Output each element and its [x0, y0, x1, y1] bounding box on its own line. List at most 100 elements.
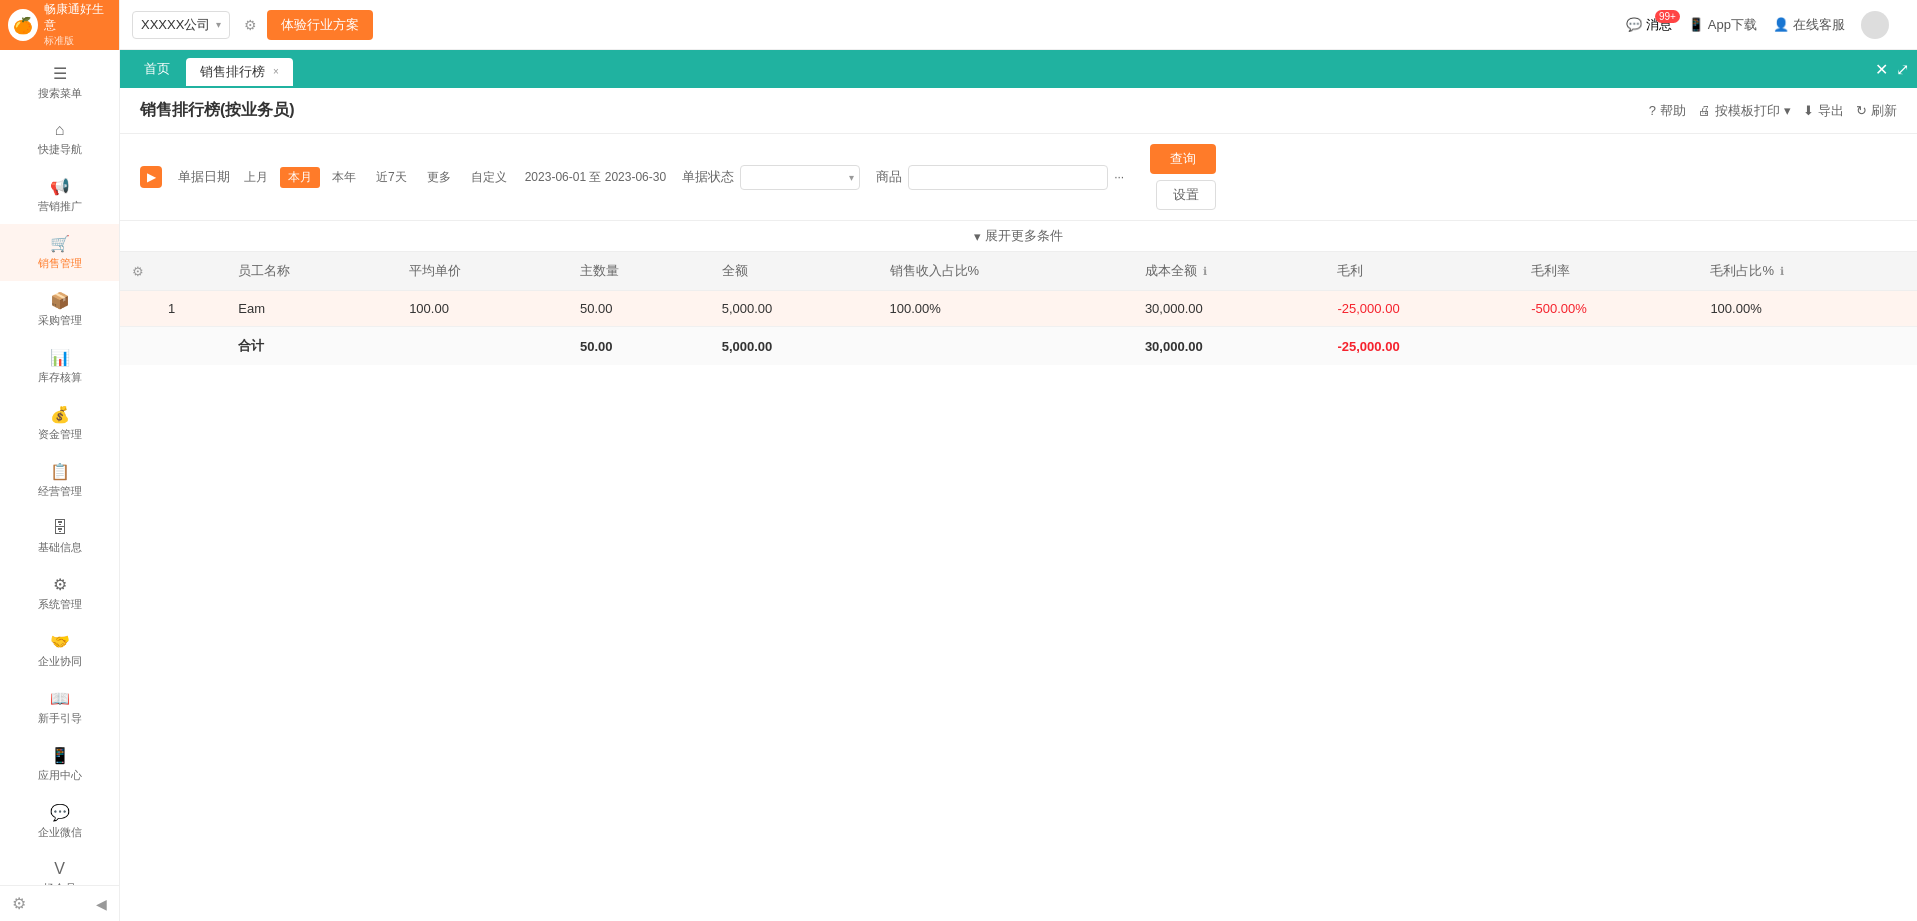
sidebar-logo: 🍊 畅康通好生意 标准版: [0, 0, 119, 50]
tab-expand-button[interactable]: ⤢: [1896, 60, 1909, 79]
sales-icon: 🛒: [50, 234, 70, 253]
date-opt-more[interactable]: 更多: [419, 167, 459, 188]
col-total: 全额: [710, 252, 878, 291]
sidebar-item-apps[interactable]: 📱 应用中心: [0, 736, 119, 793]
footer-gross-pct: [1698, 327, 1917, 366]
trial-button[interactable]: 体验行业方案: [267, 10, 373, 40]
date-opt-custom[interactable]: 自定义: [463, 167, 515, 188]
close-icon[interactable]: ×: [273, 66, 279, 77]
home-tab-label: 首页: [144, 60, 170, 78]
cost-info-icon[interactable]: ℹ: [1203, 265, 1207, 277]
sidebar-item-member[interactable]: V 畅会员: [0, 850, 119, 885]
footer-gross: -25,000.00: [1325, 327, 1519, 366]
wechat-icon: 💬: [50, 803, 70, 822]
export-button[interactable]: ⬇ 导出: [1803, 102, 1844, 120]
sidebar-item-finance[interactable]: 💰 资金管理: [0, 395, 119, 452]
sidebar-item-wechat[interactable]: 💬 企业微信: [0, 793, 119, 850]
date-options: 上月 本月 本年 近7天 更多 自定义: [236, 167, 515, 188]
footer-sales-pct: [878, 327, 1133, 366]
footer-quantity: 50.00: [568, 327, 710, 366]
marketing-icon: 📢: [50, 177, 70, 196]
content-area: 销售排行榜(按业务员) ? 帮助 🖨 按模板打印 ▾ ⬇ 导出 ↻ 刷新: [120, 88, 1917, 921]
sidebar-label-base: 基础信息: [38, 540, 82, 555]
collab-icon: 🤝: [50, 632, 70, 651]
footer-label: 合计: [226, 327, 397, 366]
tab-close-button[interactable]: ✕: [1875, 60, 1888, 79]
sidebar-label-sales: 销售管理: [38, 256, 82, 271]
table-wrapper: ⚙ 员工名称 平均单价 主数量 全额 销售收入占比% 成本全额 ℹ 毛利 毛利率…: [120, 252, 1917, 921]
col-settings[interactable]: ⚙: [120, 252, 156, 291]
sidebar-item-collab[interactable]: 🤝 企业协同: [0, 622, 119, 679]
query-button[interactable]: 查询: [1150, 144, 1216, 174]
avatar[interactable]: [1861, 11, 1889, 39]
tabbar-actions: ✕ ⤢: [1875, 60, 1909, 79]
col-sales-pct: 销售收入占比%: [878, 252, 1133, 291]
footer-gross-rate: [1519, 327, 1698, 366]
company-selector[interactable]: XXXXX公司 ▾: [132, 11, 230, 39]
expand-conditions-button[interactable]: ▾ 展开更多条件: [974, 227, 1063, 245]
goods-input[interactable]: [908, 165, 1108, 190]
date-opt-this-month[interactable]: 本月: [280, 167, 320, 188]
col-quantity: 主数量: [568, 252, 710, 291]
print-button[interactable]: 🖨 按模板打印 ▾: [1698, 102, 1791, 120]
refresh-button[interactable]: ↻ 刷新: [1856, 102, 1897, 120]
chevron-down-icon: ▾: [216, 19, 221, 30]
sidebar-item-operations[interactable]: 📋 经营管理: [0, 452, 119, 509]
filter-bar: ▶ 单据日期 上月 本月 本年 近7天 更多 自定义 2023-06-01 至 …: [120, 134, 1917, 221]
sidebar-item-nav[interactable]: ⌂ 快捷导航: [0, 111, 119, 167]
sidebar-label-purchase: 采购管理: [38, 313, 82, 328]
message-button[interactable]: 💬 消息 99+: [1626, 16, 1672, 34]
sidebar-label-inventory: 库存核算: [38, 370, 82, 385]
filter-toggle-button[interactable]: ▶: [140, 166, 162, 188]
settings-icon[interactable]: ⚙: [12, 894, 26, 913]
sidebar-item-sales[interactable]: 🛒 销售管理: [0, 224, 119, 281]
app-download-button[interactable]: 📱 App下载: [1688, 16, 1757, 34]
sidebar-item-purchase[interactable]: 📦 采购管理: [0, 281, 119, 338]
sidebar-item-system[interactable]: ⚙ 系统管理: [0, 565, 119, 622]
col-gross: 毛利: [1325, 252, 1519, 291]
sidebar-item-marketing[interactable]: 📢 营销推广: [0, 167, 119, 224]
collapse-icon[interactable]: ◀: [96, 896, 107, 912]
help-button[interactable]: ? 帮助: [1649, 102, 1686, 120]
topbar: XXXXX公司 ▾ ⚙ 体验行业方案 💬 消息 99+ 📱 App下载 👤 在线…: [120, 0, 1917, 50]
col-avg-price: 平均单价: [397, 252, 568, 291]
logo-title: 畅康通好生意: [44, 2, 111, 33]
date-opt-last-month[interactable]: 上月: [236, 167, 276, 188]
refresh-label: 刷新: [1871, 102, 1897, 120]
footer-cost: 30,000.00: [1133, 327, 1326, 366]
sidebar-label-apps: 应用中心: [38, 768, 82, 783]
finance-icon: 💰: [50, 405, 70, 424]
date-range-display: 2023-06-01 至 2023-06-30: [525, 169, 666, 186]
print-chevron-icon: ▾: [1784, 103, 1791, 118]
sidebar-label-operations: 经营管理: [38, 484, 82, 499]
online-service-button[interactable]: 👤 在线客服: [1773, 16, 1845, 34]
sidebar-label-wechat: 企业微信: [38, 825, 82, 840]
table-header: ⚙ 员工名称 平均单价 主数量 全额 销售收入占比% 成本全额 ℹ 毛利 毛利率…: [120, 252, 1917, 291]
app-label: App下载: [1708, 16, 1757, 34]
sidebar-item-guide[interactable]: 📖 新手引导: [0, 679, 119, 736]
gross-pct-info-icon[interactable]: ℹ: [1780, 265, 1784, 277]
gear-icon[interactable]: ⚙: [244, 17, 257, 33]
tab-sales-ranking[interactable]: 销售排行榜 ×: [186, 58, 293, 86]
system-icon: ⚙: [53, 575, 67, 594]
settings-button[interactable]: 设置: [1156, 180, 1216, 210]
sidebar-item-inventory[interactable]: 📊 库存核算: [0, 338, 119, 395]
operations-icon: 📋: [50, 462, 70, 481]
date-opt-this-year[interactable]: 本年: [324, 167, 364, 188]
date-opt-7days[interactable]: 近7天: [368, 167, 415, 188]
sidebar-label-finance: 资金管理: [38, 427, 82, 442]
tab-home[interactable]: 首页: [128, 50, 186, 88]
sidebar-item-search[interactable]: ☰ 搜索菜单: [0, 54, 119, 111]
row-gross-pct: 100.00%: [1698, 291, 1917, 327]
sidebar-item-base[interactable]: 🗄 基础信息: [0, 509, 119, 565]
logo-icon: 🍊: [8, 9, 38, 41]
col-gross-rate: 毛利率: [1519, 252, 1698, 291]
table-row: 1 Eam 100.00 50.00 5,000.00 100.00% 30,0…: [120, 291, 1917, 327]
date-filter-group: 单据日期 上月 本月 本年 近7天 更多 自定义 2023-06-01 至 20…: [178, 167, 666, 188]
status-select[interactable]: [740, 165, 860, 190]
footer-avg-price: [397, 327, 568, 366]
base-icon: 🗄: [52, 519, 68, 537]
more-options-icon[interactable]: ···: [1114, 170, 1124, 184]
sidebar-label-guide: 新手引导: [38, 711, 82, 726]
sidebar-bottom: ⚙ ◀: [0, 885, 119, 921]
